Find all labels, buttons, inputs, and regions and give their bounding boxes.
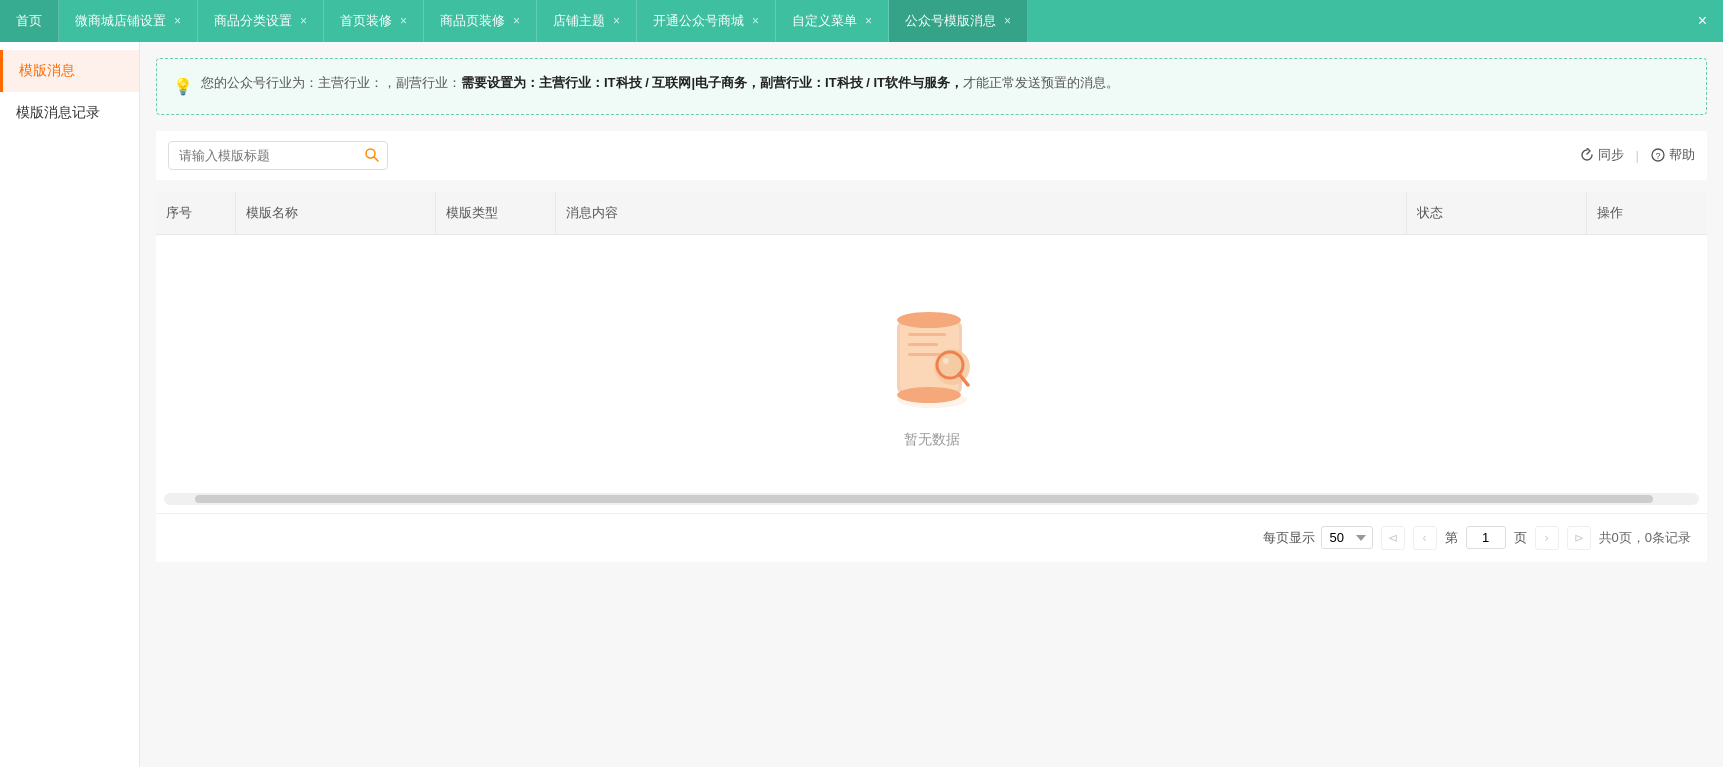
tab-store-settings[interactable]: 微商城店铺设置 × — [59, 0, 198, 42]
main-layout: 模版消息 模版消息记录 💡 您的公众号行业为：主营行业：，副营行业：需要设置为：… — [0, 42, 1723, 767]
toolbar-right: 同步 | ? 帮助 — [1580, 146, 1695, 164]
tab-close-store-settings[interactable]: × — [174, 14, 181, 28]
col-header-name: 模版名称 — [236, 192, 436, 234]
svg-rect-9 — [908, 333, 946, 336]
last-page-button[interactable]: ⊳ — [1567, 526, 1591, 550]
per-page-wrap: 每页显示 50 20 100 — [1263, 526, 1373, 549]
tab-bar: 首页 微商城店铺设置 × 商品分类设置 × 首页装修 × 商品页装修 × 店铺主… — [0, 0, 1723, 42]
tab-close-category-settings[interactable]: × — [300, 14, 307, 28]
per-page-select[interactable]: 50 20 100 — [1321, 526, 1373, 549]
page-label: 第 — [1445, 529, 1458, 547]
tab-store-theme[interactable]: 店铺主题 × — [537, 0, 637, 42]
tab-product-decor[interactable]: 商品页装修 × — [424, 0, 537, 42]
notice-text: 您的公众号行业为：主营行业：，副营行业：需要设置为：主营行业：IT科技 / 互联… — [201, 73, 1119, 94]
search-icon — [364, 147, 380, 163]
table-wrap: 序号 模版名称 模版类型 消息内容 状态 操作 — [156, 192, 1707, 562]
svg-rect-10 — [908, 343, 938, 346]
col-header-action: 操作 — [1587, 192, 1707, 234]
pagination: 每页显示 50 20 100 ⊲ ‹ 第 页 › ⊳ 共0页，0条记录 — [156, 513, 1707, 562]
first-page-button[interactable]: ⊲ — [1381, 526, 1405, 550]
sidebar: 模版消息 模版消息记录 — [0, 42, 140, 767]
empty-text: 暂无数据 — [904, 431, 960, 449]
tab-open-shop[interactable]: 开通公众号商城 × — [637, 0, 776, 42]
page-unit: 页 — [1514, 529, 1527, 547]
tab-home-decor[interactable]: 首页装修 × — [324, 0, 424, 42]
sync-icon — [1580, 148, 1594, 162]
scrollbar-thumb[interactable] — [195, 495, 1653, 503]
tab-close-open-shop[interactable]: × — [752, 14, 759, 28]
svg-point-8 — [897, 387, 961, 403]
svg-line-1 — [374, 157, 378, 161]
tab-home[interactable]: 首页 — [0, 0, 59, 42]
notice-icon: 💡 — [173, 74, 193, 100]
svg-rect-11 — [908, 353, 942, 356]
tab-close-template-message[interactable]: × — [1004, 14, 1011, 28]
tab-close-custom-menu[interactable]: × — [865, 14, 872, 28]
col-header-type: 模版类型 — [436, 192, 556, 234]
toolbar-divider: | — [1636, 148, 1639, 163]
tab-custom-menu[interactable]: 自定义菜单 × — [776, 0, 889, 42]
help-icon: ? — [1651, 148, 1665, 162]
tab-close-store-theme[interactable]: × — [613, 14, 620, 28]
per-page-label: 每页显示 — [1263, 529, 1315, 547]
table-header: 序号 模版名称 模版类型 消息内容 状态 操作 — [156, 192, 1707, 235]
empty-state: 暂无数据 — [156, 235, 1707, 489]
sync-button[interactable]: 同步 — [1580, 146, 1624, 164]
help-button[interactable]: ? 帮助 — [1651, 146, 1695, 164]
tab-close-product-decor[interactable]: × — [513, 14, 520, 28]
svg-point-7 — [897, 312, 961, 328]
current-page-input[interactable] — [1466, 526, 1506, 549]
sidebar-item-template-record[interactable]: 模版消息记录 — [0, 92, 139, 134]
content-area: 💡 您的公众号行业为：主营行业：，副营行业：需要设置为：主营行业：IT科技 / … — [140, 42, 1723, 767]
global-close-button[interactable]: × — [1682, 0, 1723, 42]
svg-point-15 — [943, 358, 949, 364]
prev-page-button[interactable]: ‹ — [1413, 526, 1437, 550]
horizontal-scrollbar[interactable] — [164, 493, 1699, 505]
sidebar-item-template-message[interactable]: 模版消息 — [0, 50, 139, 92]
next-page-button[interactable]: › — [1535, 526, 1559, 550]
col-header-status: 状态 — [1407, 192, 1587, 234]
tab-category-settings[interactable]: 商品分类设置 × — [198, 0, 324, 42]
search-button[interactable] — [364, 147, 380, 163]
notice-box: 💡 您的公众号行业为：主营行业：，副营行业：需要设置为：主营行业：IT科技 / … — [156, 58, 1707, 115]
tab-template-message[interactable]: 公众号模版消息 × — [889, 0, 1028, 42]
tab-close-home-decor[interactable]: × — [400, 14, 407, 28]
search-input[interactable] — [168, 141, 388, 170]
col-header-index: 序号 — [156, 192, 236, 234]
search-input-wrap — [168, 141, 388, 170]
col-header-content: 消息内容 — [556, 192, 1407, 234]
toolbar: 同步 | ? 帮助 — [156, 131, 1707, 180]
page-total: 共0页，0条记录 — [1599, 529, 1691, 547]
empty-illustration — [872, 295, 992, 415]
svg-text:?: ? — [1655, 151, 1660, 161]
